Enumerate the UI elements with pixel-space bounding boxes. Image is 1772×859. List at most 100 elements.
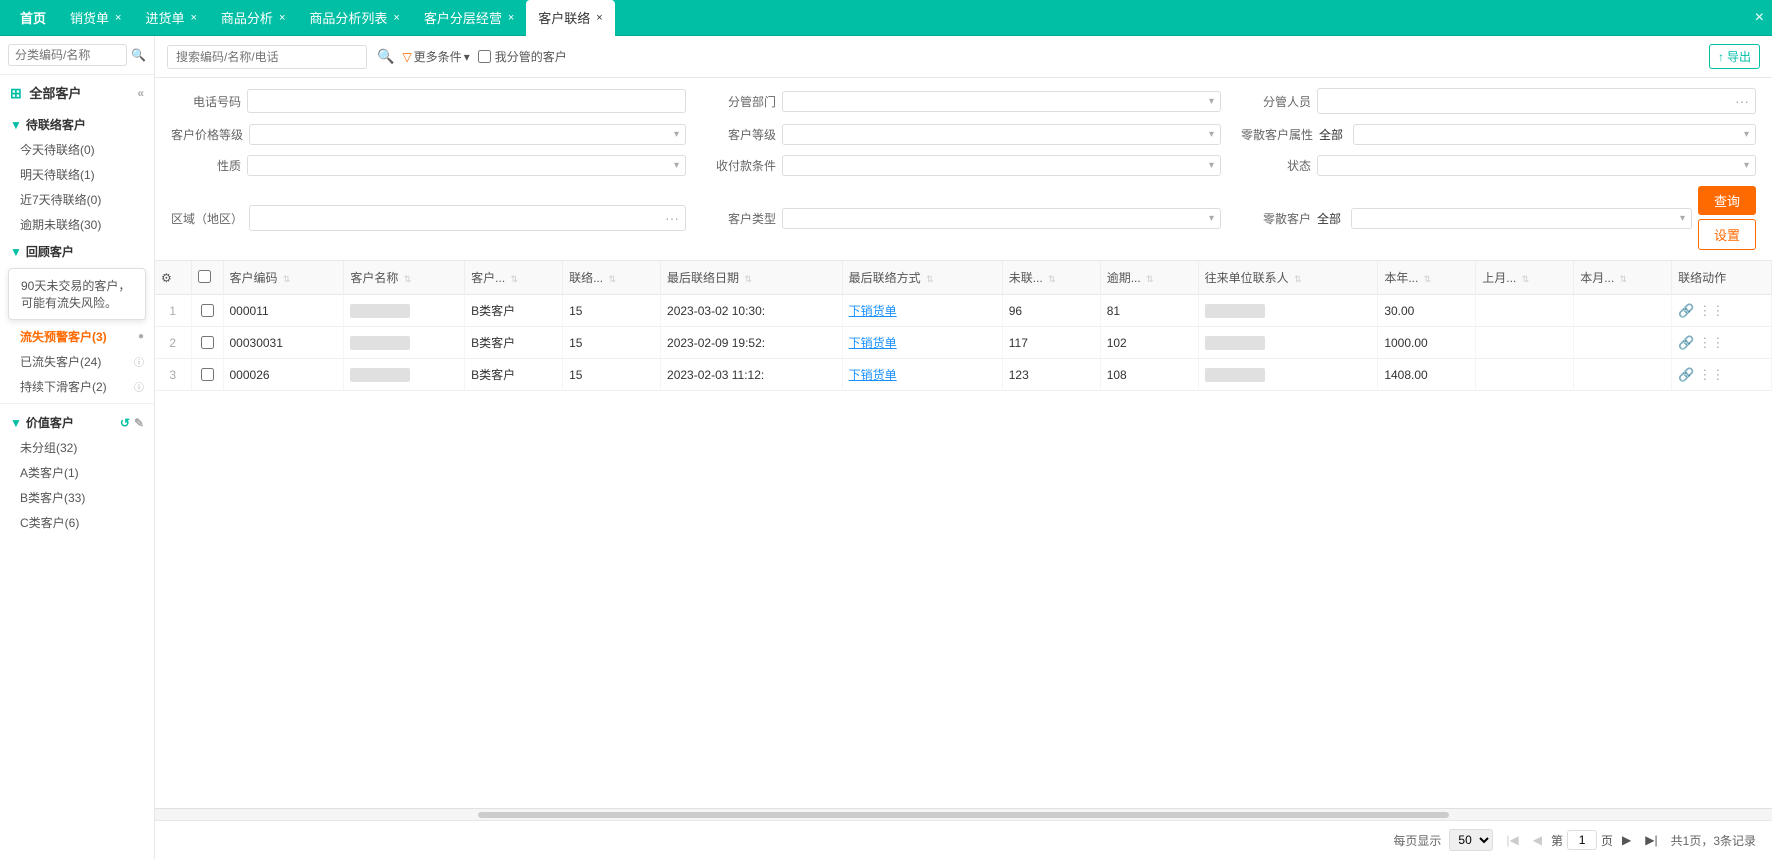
- filter-person-field[interactable]: ···: [1317, 88, 1756, 114]
- sidebar-all-customers[interactable]: ⊞ 全部客户 «: [0, 75, 154, 110]
- col-no-contact[interactable]: 未联... ⇅: [1002, 261, 1100, 295]
- export-button[interactable]: ↑ 导出: [1709, 44, 1760, 69]
- filter-dept-dropdown[interactable]: ▾: [782, 91, 1221, 112]
- col-this-year[interactable]: 本年... ⇅: [1378, 261, 1476, 295]
- filter-retail-attr-dropdown[interactable]: ▾: [1353, 124, 1756, 145]
- col-this-month[interactable]: 本月... ⇅: [1574, 261, 1672, 295]
- first-page-button[interactable]: |◀: [1501, 831, 1523, 849]
- tab-analysis-close[interactable]: ×: [279, 12, 285, 24]
- value-refresh-icon[interactable]: ↺: [120, 416, 130, 430]
- sidebar-item-class-a[interactable]: A类客户(1): [0, 460, 154, 485]
- my-customers-check[interactable]: [478, 50, 491, 63]
- header-checkbox[interactable]: [198, 270, 211, 283]
- close-window-button[interactable]: ×: [1755, 9, 1764, 27]
- sidebar-item-lost[interactable]: 已流失客户(24) ⓘ: [0, 349, 154, 374]
- advanced-filter-panel: 电话号码 分管部门 ▾ 分管人员 ··· 客户价格等级: [155, 78, 1772, 261]
- action-more-icon-1[interactable]: ⋮⋮: [1698, 335, 1724, 351]
- sidebar-item-class-b[interactable]: B类客户(33): [0, 485, 154, 510]
- tab-customer-contact-close[interactable]: ×: [596, 12, 602, 24]
- action-link-icon-2[interactable]: 🔗: [1678, 367, 1694, 383]
- col-last-way[interactable]: 最后联络方式 ⇅: [842, 261, 1002, 295]
- tab-customer-tier-close[interactable]: ×: [508, 12, 514, 24]
- row-checkbox-0[interactable]: [201, 304, 214, 317]
- sidebar-item-retaining[interactable]: 持续下滑客户(2) ⓘ: [0, 374, 154, 399]
- action-more-icon-2[interactable]: ⋮⋮: [1698, 367, 1724, 383]
- tab-customer-contact[interactable]: 客户联络 ×: [526, 0, 614, 36]
- person-dotted-icon[interactable]: ···: [1735, 93, 1749, 109]
- sidebar-item-class-c[interactable]: C类客户(6): [0, 510, 154, 535]
- row-last-way-0[interactable]: 下销货单: [842, 295, 1002, 327]
- sidebar-item-unsorted[interactable]: 未分组(32): [0, 435, 154, 460]
- tab-home[interactable]: 首页: [8, 0, 58, 36]
- tab-purchase-close[interactable]: ×: [190, 12, 196, 24]
- filter-row-cust-type: 客户类型 ▾: [706, 186, 1221, 250]
- action-link-icon-0[interactable]: 🔗: [1678, 303, 1694, 319]
- col-last-date[interactable]: 最后联络日期 ⇅: [661, 261, 843, 295]
- col-unit-contact[interactable]: 往来单位联系人 ⇅: [1198, 261, 1378, 295]
- col-code[interactable]: 客户编码 ⇅: [223, 261, 344, 295]
- per-page-select[interactable]: 50: [1449, 829, 1493, 851]
- action-link-icon-1[interactable]: 🔗: [1678, 335, 1694, 351]
- value-edit-icon[interactable]: ✎: [134, 416, 144, 430]
- col-name[interactable]: 客户名称 ⇅: [344, 261, 465, 295]
- query-button[interactable]: 查询: [1698, 186, 1756, 215]
- sidebar-item-week[interactable]: 近7天待联络(0): [0, 187, 154, 212]
- region-dotted-icon[interactable]: ···: [665, 210, 679, 226]
- row-last-way-2[interactable]: 下销货单: [842, 359, 1002, 391]
- filter-cust-type-dropdown[interactable]: ▾: [782, 208, 1221, 229]
- filter-search-input[interactable]: [167, 45, 367, 69]
- next-page-button[interactable]: ▶: [1617, 831, 1636, 849]
- filter-more-button[interactable]: ▽ 更多条件 ▾: [402, 48, 469, 65]
- sidebar-search-input[interactable]: [8, 44, 127, 66]
- sidebar-search-icon[interactable]: 🔍: [131, 48, 146, 62]
- filter-row-retail-attr: 零散客户属性 全部 ▾: [1241, 124, 1756, 145]
- tab-analysis[interactable]: 商品分析 ×: [209, 0, 297, 36]
- last-page-button[interactable]: ▶|: [1640, 831, 1662, 849]
- sidebar-item-today[interactable]: 今天待联络(0): [0, 137, 154, 162]
- sidebar-section-value[interactable]: ▼ 价值客户 ↺ ✎: [0, 408, 154, 435]
- filter-status-dropdown[interactable]: ▾: [1317, 155, 1756, 176]
- col-action-label: 联络动作: [1678, 271, 1726, 285]
- tab-sales[interactable]: 销货单 ×: [58, 0, 133, 36]
- sidebar-item-overdue[interactable]: 逾期未联络(30): [0, 212, 154, 237]
- row-last-way-1[interactable]: 下销货单: [842, 327, 1002, 359]
- col-type[interactable]: 客户... ⇅: [465, 261, 563, 295]
- filter-cust-tier-dropdown[interactable]: ▾: [782, 124, 1221, 145]
- row-checkbox-1[interactable]: [201, 336, 214, 349]
- sidebar-section-pending[interactable]: ▼ 待联络客户: [0, 110, 154, 137]
- page-number-input[interactable]: [1567, 830, 1597, 850]
- filter-nature-dropdown[interactable]: ▾: [247, 155, 686, 176]
- col-settings[interactable]: ⚙: [155, 261, 191, 295]
- tab-customer-tier[interactable]: 客户分层经营 ×: [412, 0, 526, 36]
- losing-dot-icon: ●: [138, 331, 144, 342]
- sidebar-item-losing[interactable]: 流失预警客户(3) ●: [0, 324, 154, 349]
- filter-search-button[interactable]: 🔍: [377, 48, 394, 65]
- my-customers-checkbox[interactable]: 我分管的客户: [478, 48, 567, 65]
- filter-phone-input[interactable]: [247, 89, 686, 113]
- tab-analysis-list[interactable]: 商品分析列表 ×: [297, 0, 411, 36]
- scrollbar-thumb[interactable]: [478, 812, 1448, 818]
- row-this-year-0: 30.00: [1378, 295, 1476, 327]
- settings-button[interactable]: 设置: [1698, 219, 1756, 250]
- tab-analysis-list-close[interactable]: ×: [393, 12, 399, 24]
- horizontal-scrollbar[interactable]: [155, 808, 1772, 820]
- tab-sales-close[interactable]: ×: [115, 12, 121, 24]
- row-code-0: 000011: [223, 295, 344, 327]
- sidebar-section-review[interactable]: ▼ 回顾客户: [0, 237, 154, 264]
- sidebar-item-tomorrow[interactable]: 明天待联络(1): [0, 162, 154, 187]
- col-name-label: 客户名称: [350, 271, 398, 285]
- tab-purchase[interactable]: 进货单 ×: [133, 0, 208, 36]
- col-contact[interactable]: 联络... ⇅: [563, 261, 661, 295]
- price-tier-arrow: ▾: [674, 129, 679, 140]
- filter-region-field[interactable]: ···: [249, 205, 686, 231]
- row-this-month-2: [1574, 359, 1672, 391]
- filter-payment-dropdown[interactable]: ▾: [782, 155, 1221, 176]
- filter-price-tier-dropdown[interactable]: ▾: [249, 124, 686, 145]
- col-last-month[interactable]: 上月... ⇅: [1476, 261, 1574, 295]
- prev-page-button[interactable]: ◀: [1528, 831, 1547, 849]
- col-overdue[interactable]: 逾期... ⇅: [1100, 261, 1198, 295]
- filter-retail-dropdown[interactable]: ▾: [1351, 208, 1692, 229]
- filter-nature-label: 性质: [171, 157, 241, 174]
- row-checkbox-2[interactable]: [201, 368, 214, 381]
- action-more-icon-0[interactable]: ⋮⋮: [1698, 303, 1724, 319]
